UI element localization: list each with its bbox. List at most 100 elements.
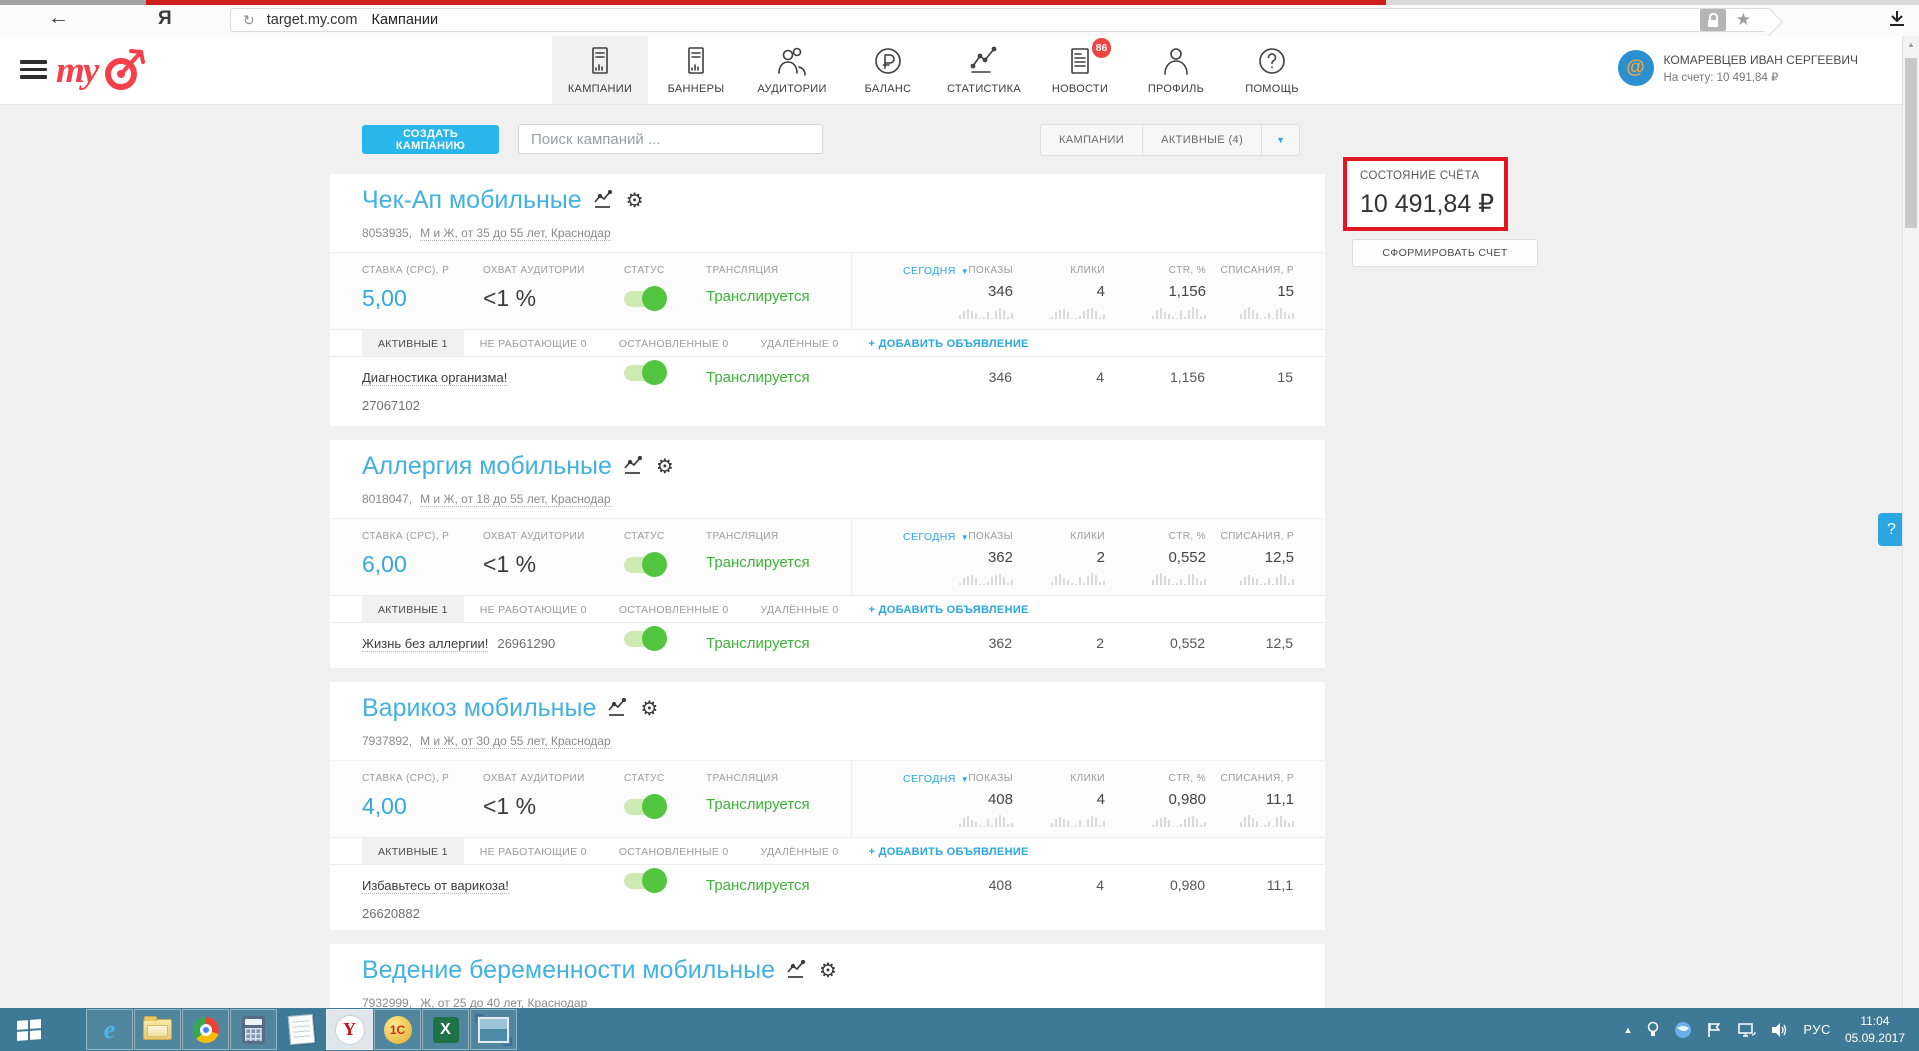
reach-value: <1 % — [483, 793, 537, 819]
taskbar-notepad[interactable] — [278, 1009, 325, 1050]
taskbar-screenshot-tool[interactable] — [470, 1009, 517, 1050]
clock[interactable]: 11:04 05.09.2017 — [1845, 1013, 1905, 1045]
language-indicator[interactable]: РУС — [1803, 1022, 1831, 1037]
generate-invoice-button[interactable]: СФОРМИРОВАТЬ СЧЕТ — [1352, 239, 1538, 267]
campaign-status-toggle[interactable] — [624, 286, 667, 311]
yandex-browser-logo[interactable]: Я — [158, 8, 172, 30]
ad-status-toggle[interactable] — [624, 360, 667, 385]
search-input[interactable] — [518, 124, 823, 154]
notification-bulb-icon[interactable] — [1646, 1021, 1660, 1039]
tab-active-ads[interactable]: АКТИВНЫЕ 1 — [362, 838, 464, 864]
campaign-stats: СТАВКА (СРС), Р 5,00 ОХВАТ АУДИТОРИИ <1 % … — [330, 252, 1325, 330]
folder-icon — [143, 1016, 172, 1040]
nav-profile[interactable]: ПРОФИЛЬ — [1128, 36, 1224, 104]
tab-active-ads[interactable]: АКТИВНЫЕ 1 — [362, 596, 464, 622]
download-icon[interactable] — [1887, 9, 1907, 29]
tab-stopped-ads[interactable]: ОСТАНОВЛЕННЫЕ 0 — [603, 596, 745, 622]
tab-deleted-ads[interactable]: УДАЛЁННЫЕ 0 — [745, 596, 855, 622]
page-scrollbar[interactable]: ▲ — [1902, 36, 1919, 1008]
nav-news[interactable]: 86 НОВОСТИ — [1032, 36, 1128, 104]
tab-stopped-ads[interactable]: ОСТАНОВЛЕННЫЕ 0 — [603, 330, 745, 356]
add-ad-link[interactable]: + ДОБАВИТЬ ОБЪЯВЛЕНИЕ — [869, 838, 1029, 864]
campaign-targeting-link[interactable]: Ж, от 25 до 40 лет, Краснодар — [420, 996, 588, 1008]
ad-status-toggle[interactable] — [624, 626, 667, 651]
help-floating-button[interactable]: ? — [1878, 513, 1905, 546]
taskbar-excel[interactable]: X — [422, 1009, 469, 1050]
scrollbar-up-icon[interactable]: ▲ — [1903, 40, 1919, 49]
tab-notworking-ads[interactable]: НЕ РАБОТАЮЩИЕ 0 — [464, 596, 603, 622]
campaign-title-link[interactable]: Аллергия мобильные — [362, 452, 612, 481]
taskbar-yandex-browser[interactable]: Y — [326, 1009, 373, 1050]
start-button[interactable] — [0, 1008, 58, 1051]
campaign-status-toggle[interactable] — [624, 552, 667, 577]
nav-banners[interactable]: БАННЕРЫ — [648, 36, 744, 104]
campaign-targeting-link[interactable]: М и Ж, от 30 до 55 лет, Краснодар — [420, 734, 611, 749]
action-center-flag-icon[interactable] — [1706, 1021, 1722, 1039]
campaign-targeting-link[interactable]: М и Ж, от 18 до 55 лет, Краснодар — [420, 492, 611, 507]
nav-help[interactable]: ПОМОЩЬ — [1224, 36, 1320, 104]
address-bar[interactable]: ↻ target.my.com Кампании ★ — [230, 7, 1784, 36]
excel-icon: X — [432, 1016, 459, 1043]
taskbar-calculator[interactable] — [230, 1009, 277, 1050]
ad-ctr-value: 1,156 — [1169, 369, 1205, 385]
user-balance: На счету: 10 491,84 ₽ — [1663, 71, 1779, 84]
campaign-settings-icon[interactable]: ⚙ — [656, 457, 674, 477]
filter-type[interactable]: КАМПАНИИ — [1041, 125, 1144, 155]
taskbar-chrome[interactable] — [182, 1009, 229, 1050]
reach-value: <1 % — [483, 551, 537, 577]
create-campaign-button[interactable]: СОЗДАТЬ КАМПАНИЮ — [362, 125, 499, 154]
campaign-title-link[interactable]: Чек-Ап мобильные — [362, 186, 582, 215]
tab-deleted-ads[interactable]: УДАЛЁННЫЕ 0 — [745, 330, 855, 356]
ad-name-link[interactable]: Избавьтесь от варикоза! — [362, 878, 509, 894]
sparkline-icon — [1206, 814, 1294, 827]
taskbar-1c[interactable]: 1С — [374, 1009, 421, 1050]
tab-deleted-ads[interactable]: УДАЛЁННЫЕ 0 — [745, 838, 855, 864]
campaign-stats-icon[interactable] — [607, 697, 629, 720]
scrollbar-thumb[interactable] — [1905, 58, 1917, 228]
shows-value: 362 — [987, 549, 1013, 566]
campaign-settings-icon[interactable]: ⚙ — [819, 961, 837, 981]
tab-notworking-ads[interactable]: НЕ РАБОТАЮЩИЕ 0 — [464, 330, 603, 356]
tab-active-ads[interactable]: АКТИВНЫЕ 1 — [362, 330, 464, 356]
menu-hamburger-icon[interactable] — [20, 60, 47, 83]
nav-statistics[interactable]: СТАТИСТИКА — [936, 36, 1032, 104]
campaign-status-toggle[interactable] — [624, 794, 667, 819]
mytarget-logo[interactable]: my — [56, 44, 149, 96]
nav-campaigns[interactable]: КАМПАНИИ — [552, 36, 648, 104]
add-ad-link[interactable]: + ДОБАВИТЬ ОБЪЯВЛЕНИЕ — [869, 596, 1029, 622]
ad-shows-value: 408 — [988, 877, 1012, 893]
campaign-stats: СТАВКА (СРС), Р 4,00 ОХВАТ АУДИТОРИИ <1 % … — [330, 760, 1325, 838]
nav-audiences[interactable]: АУДИТОРИИ — [744, 36, 840, 104]
taskbar-file-explorer[interactable] — [134, 1009, 181, 1050]
ad-status-toggle[interactable] — [624, 868, 667, 893]
taskbar-internet-explorer[interactable]: e — [86, 1009, 133, 1050]
refresh-icon[interactable]: ↻ — [243, 12, 255, 29]
add-ad-link[interactable]: + ДОБАВИТЬ ОБЪЯВЛЕНИЕ — [869, 330, 1029, 356]
filter-dropdown-icon[interactable]: ▼ — [1262, 125, 1299, 155]
bookmark-star-icon[interactable]: ★ — [1736, 10, 1751, 30]
campaign-title-link[interactable]: Ведение беременности мобильные — [362, 956, 775, 985]
ad-broadcast-status: Транслируется — [706, 635, 810, 652]
spend-value: 12,5 — [1264, 549, 1294, 566]
nav-balance[interactable]: БАЛАНС — [840, 36, 936, 104]
tab-notworking-ads[interactable]: НЕ РАБОТАЮЩИЕ 0 — [464, 838, 603, 864]
campaign-settings-icon[interactable]: ⚙ — [640, 699, 658, 719]
volume-icon[interactable] — [1770, 1021, 1789, 1039]
campaign-stats-icon[interactable] — [593, 189, 615, 212]
campaign-stats-icon[interactable] — [786, 959, 808, 982]
ad-name-link[interactable]: Диагностика организма! — [362, 370, 508, 386]
filter-status[interactable]: АКТИВНЫЕ (4) — [1143, 125, 1263, 155]
campaign-title-link[interactable]: Варикоз мобильные — [362, 694, 596, 723]
network-icon[interactable] — [1736, 1021, 1757, 1039]
tray-expand-icon[interactable]: ▲ — [1623, 1025, 1632, 1035]
ad-name-link[interactable]: Жизнь без аллергии! — [362, 636, 489, 652]
user-menu[interactable]: @ КОМАРЕВЦЕВ ИВАН СЕРГЕЕВИЧ На счету: 10… — [1617, 50, 1858, 86]
campaign-settings-icon[interactable]: ⚙ — [626, 191, 644, 211]
campaign-stats-icon[interactable] — [623, 455, 645, 478]
lock-icon[interactable] — [1699, 9, 1726, 31]
avatar[interactable]: @ — [1617, 50, 1654, 86]
campaign-targeting-link[interactable]: М и Ж, от 35 до 55 лет, Краснодар — [420, 226, 611, 241]
tab-stopped-ads[interactable]: ОСТАНОВЛЕННЫЕ 0 — [603, 838, 745, 864]
back-button[interactable]: ← — [48, 6, 69, 30]
mail-globe-icon[interactable] — [1674, 1021, 1692, 1039]
